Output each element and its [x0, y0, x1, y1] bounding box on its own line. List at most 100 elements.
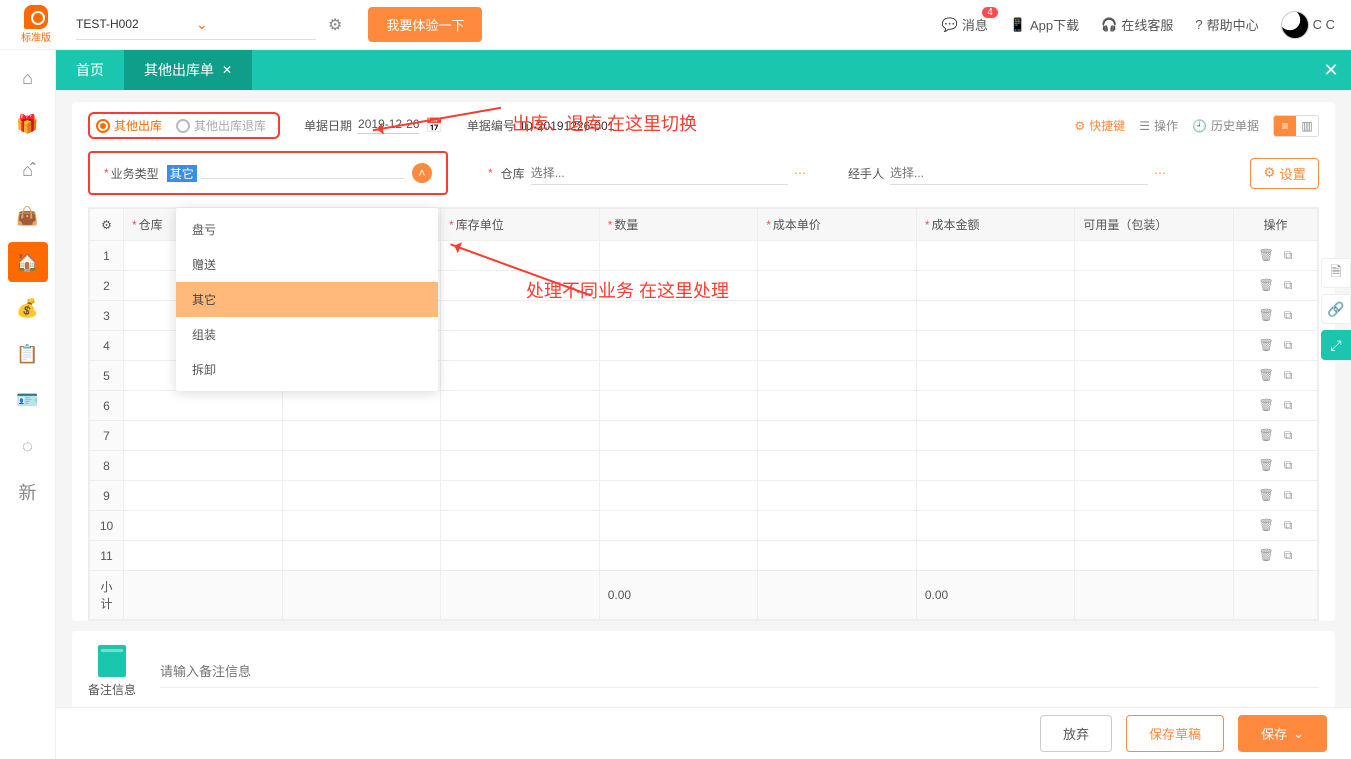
rail-house-icon[interactable]: ⌂̂ [8, 150, 48, 190]
dd-item-4[interactable]: 拆卸 [176, 352, 438, 387]
chevron-down-icon: ⌄ [1293, 726, 1304, 742]
side-rail: ⌂ 🎁 ⌂̂ 👜 🏠 💰 📋 🪪 ◌ 新 [0, 50, 56, 759]
copy-icon[interactable]: ⧉ [1284, 398, 1293, 413]
delete-icon[interactable]: 🗑 [1259, 308, 1274, 323]
delete-icon[interactable]: 🗑 [1259, 428, 1274, 443]
delete-icon[interactable]: 🗑 [1259, 248, 1274, 263]
save-button[interactable]: 保存 ⌄ [1238, 715, 1327, 752]
radio-return[interactable]: 其他出库退库 [176, 117, 266, 134]
delete-icon[interactable]: 🗑 [1259, 458, 1274, 473]
rail-new-icon[interactable]: 新 [8, 472, 48, 512]
rail-warehouse-icon[interactable]: 🏠 [8, 242, 48, 282]
tab-bar: 首页 其他出库单 ✕ ✕ [56, 50, 1351, 90]
copy-icon[interactable]: ⧉ [1284, 368, 1293, 383]
messages-link[interactable]: 💬 消息 4 [942, 15, 988, 34]
messages-label: 消息 [962, 15, 988, 34]
logo-text: 标准版 [21, 29, 51, 44]
subtotal-label: 小计 [90, 571, 124, 620]
handler-field[interactable]: 经手人 ⋯ [848, 162, 1168, 185]
copy-icon[interactable]: ⧉ [1284, 278, 1293, 293]
rail-gift-icon[interactable]: 🎁 [8, 104, 48, 144]
dd-item-3[interactable]: 组装 [176, 317, 438, 352]
warehouse-input[interactable] [531, 162, 788, 185]
tabs-close-all[interactable]: ✕ [1311, 50, 1351, 90]
chevron-up-icon: ˄ [412, 163, 432, 183]
rail-money-icon[interactable]: 💰 [8, 288, 48, 328]
delete-icon[interactable]: 🗑 [1259, 278, 1274, 293]
delete-icon[interactable]: 🗑 [1259, 338, 1274, 353]
float-doc-icon[interactable]: 🗎 [1321, 258, 1351, 288]
save-draft-button[interactable]: 保存草稿 [1126, 715, 1224, 752]
col-header: 可用量（包装） [1075, 209, 1234, 241]
copy-icon[interactable]: ⧉ [1284, 248, 1293, 263]
try-button[interactable]: 我要体验一下 [368, 7, 482, 42]
radio-out[interactable]: 其他出库 [96, 117, 162, 134]
col-header: *库存单位 [441, 209, 600, 241]
col-header: *成本单价 [758, 209, 917, 241]
chevron-down-icon: ⌄ [196, 16, 316, 33]
float-link-icon[interactable]: 🔗 [1321, 294, 1351, 324]
list-view-icon[interactable]: ≡ [1274, 116, 1296, 136]
rail-clipboard-icon[interactable]: 📋 [8, 334, 48, 374]
delete-icon[interactable]: 🗑 [1259, 398, 1274, 413]
settings-button[interactable]: ⚙ 设置 [1250, 158, 1319, 189]
tab-current[interactable]: 其他出库单 ✕ [124, 50, 252, 90]
discard-button[interactable]: 放弃 [1040, 715, 1112, 752]
user-menu[interactable]: C C [1281, 11, 1335, 39]
view-mode-toggle[interactable]: ≡ ▥ [1273, 115, 1319, 137]
dd-item-1[interactable]: 赠送 [176, 247, 438, 282]
business-type-dropdown: 盘亏 赠送 其它 组装 拆卸 [176, 208, 438, 391]
shortcut-link[interactable]: ⚙ 快捷键 [1074, 117, 1125, 134]
handler-input[interactable] [890, 162, 1148, 185]
delete-icon[interactable]: 🗑 [1259, 518, 1274, 533]
more-icon[interactable]: ⋯ [794, 166, 808, 180]
table-row[interactable]: 9🗑⧉ [90, 481, 1318, 511]
dd-item-0[interactable]: 盘亏 [176, 212, 438, 247]
table-row[interactable]: 10🗑⧉ [90, 511, 1318, 541]
rail-home-icon[interactable]: ⌂ [8, 58, 48, 98]
tab-home[interactable]: 首页 [56, 50, 124, 90]
table-row[interactable]: 7🗑⧉ [90, 421, 1318, 451]
logo-icon [24, 5, 48, 29]
more-icon[interactable]: ⋯ [1154, 166, 1168, 180]
radio-off-icon [176, 119, 190, 133]
copy-icon[interactable]: ⧉ [1284, 308, 1293, 323]
gear-col[interactable]: ⚙ [90, 209, 124, 241]
business-type-field[interactable]: * 业务类型 其它 ˄ 盘亏 赠送 其它 组装 拆卸 [88, 151, 448, 195]
remarks-input[interactable] [160, 656, 1319, 688]
history-link[interactable]: 🕘 历史单据 [1192, 117, 1259, 134]
dd-item-2[interactable]: 其它 [176, 282, 438, 317]
operate-link[interactable]: ☰ 操作 [1139, 117, 1178, 134]
app-download-link[interactable]: 📱 App下载 [1010, 15, 1079, 34]
main: 首页 其他出库单 ✕ ✕ 其他出库 [56, 50, 1351, 759]
copy-icon[interactable]: ⧉ [1284, 548, 1293, 563]
delete-icon[interactable]: 🗑 [1259, 488, 1274, 503]
float-expand-icon[interactable]: ⤢ [1321, 330, 1351, 360]
copy-icon[interactable]: ⧉ [1284, 338, 1293, 353]
table-row[interactable]: 8🗑⧉ [90, 451, 1318, 481]
copy-icon[interactable]: ⧉ [1284, 428, 1293, 443]
company-select[interactable]: TEST-H002 ⌄ [76, 10, 316, 40]
rail-bag-icon[interactable]: 👜 [8, 196, 48, 236]
support-link[interactable]: 🎧 在线客服 [1101, 15, 1173, 34]
help-link[interactable]: ? 帮助中心 [1195, 15, 1258, 34]
copy-icon[interactable]: ⧉ [1284, 518, 1293, 533]
op-col: 操作 [1234, 209, 1318, 241]
topbar-right: 💬 消息 4 📱 App下载 🎧 在线客服 ? 帮助中心 C C [942, 11, 1335, 39]
warehouse-field[interactable]: * 仓库 ⋯ [488, 162, 808, 185]
table-row[interactable]: 11🗑⧉ [90, 541, 1318, 571]
form-row-1: 其他出库 其他出库退库 单据日期 2019-12-26 📅 [88, 112, 1319, 139]
rail-id-icon[interactable]: 🪪 [8, 380, 48, 420]
delete-icon[interactable]: 🗑 [1259, 548, 1274, 563]
card-view-icon[interactable]: ▥ [1296, 116, 1318, 136]
out-return-radio-group: 其他出库 其他出库退库 [88, 112, 280, 139]
copy-icon[interactable]: ⧉ [1284, 458, 1293, 473]
copy-icon[interactable]: ⧉ [1284, 488, 1293, 503]
rail-refresh-icon[interactable]: ◌ [8, 426, 48, 466]
radio-on-icon [96, 119, 110, 133]
gear-icon[interactable]: ⚙ [328, 15, 342, 35]
close-icon[interactable]: ✕ [222, 63, 232, 77]
remarks-label-wrap: 备注信息 [88, 645, 136, 698]
delete-icon[interactable]: 🗑 [1259, 368, 1274, 383]
table-row[interactable]: 6🗑⧉ [90, 391, 1318, 421]
